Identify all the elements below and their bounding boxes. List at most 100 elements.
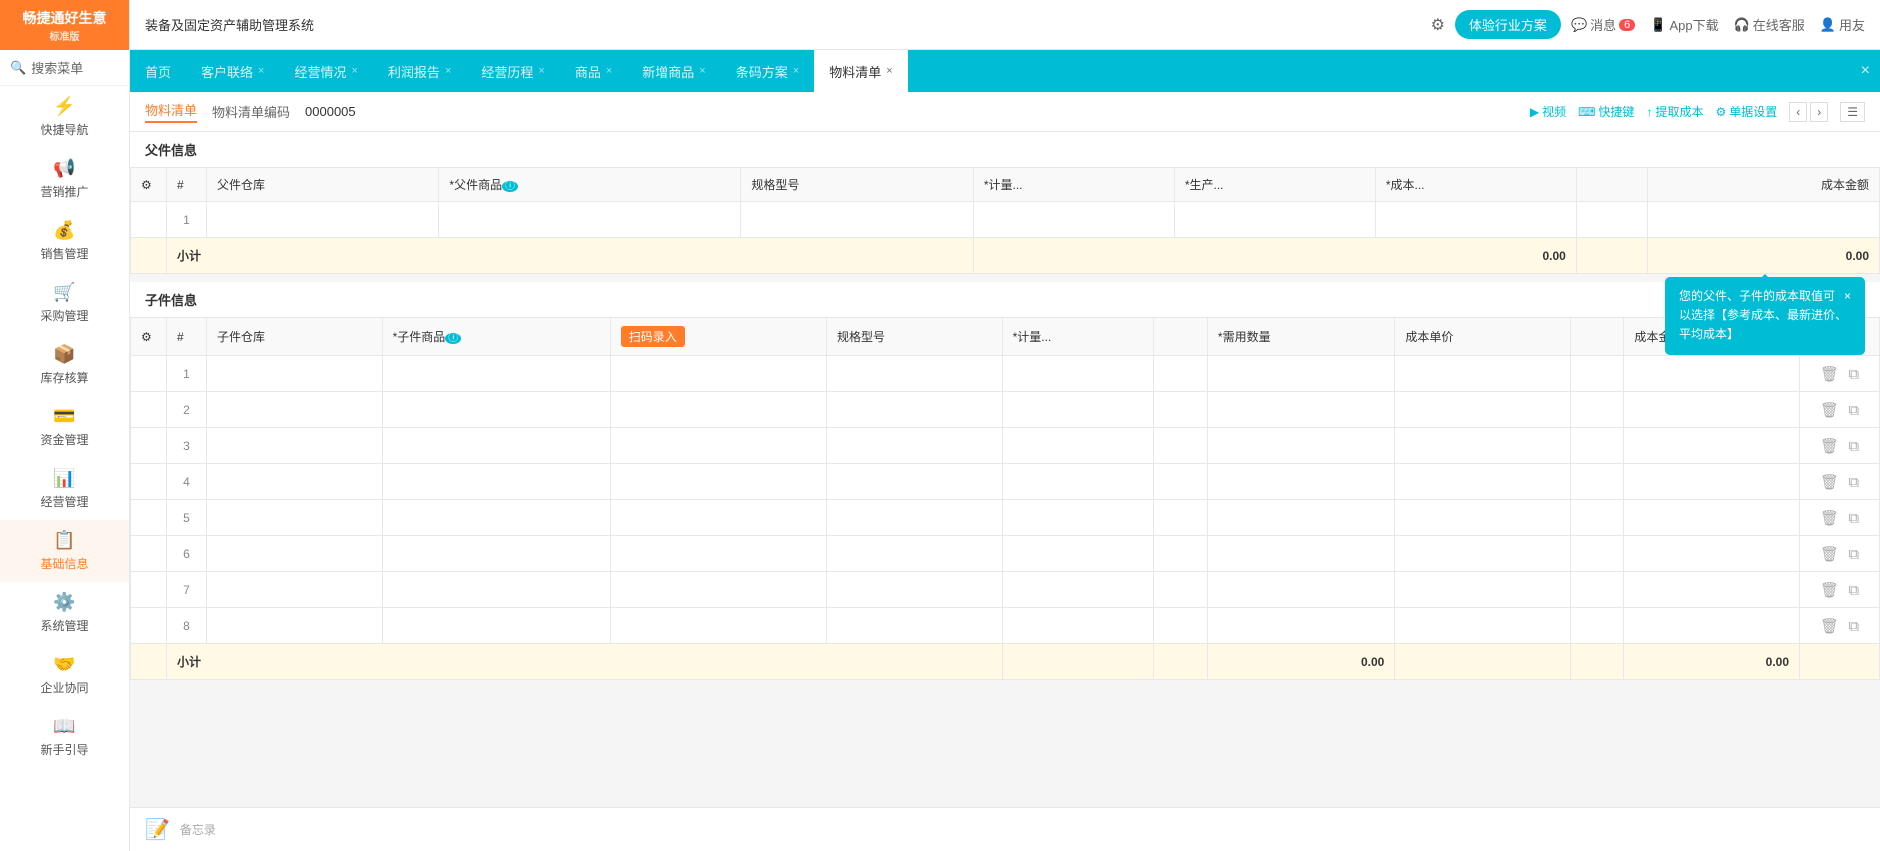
- sidebar-item-finance[interactable]: 💳 资金管理: [0, 396, 129, 458]
- sidebar-item-inventory[interactable]: 📦 库存核算: [0, 334, 129, 396]
- delete-button[interactable]: 🗑: [1817, 617, 1842, 635]
- sidebar-item-marketing[interactable]: 📢 营销推广: [0, 148, 129, 210]
- td-child-unit-cost[interactable]: [1395, 392, 1571, 428]
- td-child-product[interactable]: [382, 608, 610, 644]
- td-child-product[interactable]: [382, 464, 610, 500]
- extract-cost-button[interactable]: ↑ 提取成本: [1646, 103, 1703, 120]
- td-child-spec[interactable]: [827, 536, 1003, 572]
- delete-button[interactable]: 🗑: [1817, 437, 1842, 455]
- td-child-unit[interactable]: [1002, 356, 1154, 392]
- copy-button[interactable]: ⧉: [1845, 474, 1862, 491]
- td-cost[interactable]: [1375, 202, 1576, 238]
- shortcut-button[interactable]: ⌨ 快捷键: [1578, 103, 1634, 120]
- td-child-spec[interactable]: [827, 392, 1003, 428]
- td-child-warehouse[interactable]: [207, 392, 383, 428]
- message-button[interactable]: 💬 消息 6: [1571, 15, 1635, 34]
- td-child-unit-cost[interactable]: [1395, 608, 1571, 644]
- td-child-product[interactable]: [382, 356, 610, 392]
- online-service-button[interactable]: 🎧 在线客服: [1734, 15, 1805, 34]
- next-button[interactable]: ›: [1810, 102, 1828, 122]
- td-production[interactable]: [1174, 202, 1375, 238]
- tab-close-icon[interactable]: ×: [258, 65, 264, 77]
- experience-button[interactable]: 体验行业方案: [1455, 10, 1561, 39]
- tab-products[interactable]: 商品 ×: [560, 50, 627, 92]
- tooltip-close-icon[interactable]: ×: [1844, 287, 1851, 306]
- tab-home[interactable]: 首页: [130, 50, 186, 92]
- scan-button[interactable]: 扫码录入: [621, 326, 685, 347]
- td-child-unit[interactable]: [1002, 500, 1154, 536]
- td-child-qty[interactable]: [1207, 392, 1394, 428]
- delete-button[interactable]: 🗑: [1817, 581, 1842, 599]
- td-child-unit[interactable]: [1002, 608, 1154, 644]
- td-child-unit-cost[interactable]: [1395, 356, 1571, 392]
- td-child-product[interactable]: [382, 572, 610, 608]
- tab-operations[interactable]: 经营情况 ×: [279, 50, 372, 92]
- td-child-unit-cost[interactable]: [1395, 536, 1571, 572]
- td-child-qty[interactable]: [1207, 608, 1394, 644]
- tab-barcode[interactable]: 条码方案 ×: [721, 50, 814, 92]
- td-spec[interactable]: [741, 202, 973, 238]
- app-download-button[interactable]: 📱 App下载: [1650, 15, 1718, 34]
- th-child-settings[interactable]: ⚙: [131, 318, 167, 356]
- copy-button[interactable]: ⧉: [1845, 366, 1862, 383]
- copy-button[interactable]: ⧉: [1845, 438, 1862, 455]
- td-child-spec[interactable]: [827, 428, 1003, 464]
- single-settings-button[interactable]: ⚙ 单据设置: [1715, 103, 1777, 120]
- delete-button[interactable]: 🗑: [1817, 401, 1842, 419]
- delete-button[interactable]: 🗑: [1817, 545, 1842, 563]
- td-child-product[interactable]: [382, 428, 610, 464]
- tab-close-icon[interactable]: ×: [606, 65, 612, 77]
- td-child-unit-cost[interactable]: [1395, 572, 1571, 608]
- td-child-qty[interactable]: [1207, 428, 1394, 464]
- delete-button[interactable]: 🗑: [1817, 509, 1842, 527]
- sidebar-item-enterprise[interactable]: 🤝 企业协同: [0, 644, 129, 706]
- td-child-unit[interactable]: [1002, 392, 1154, 428]
- copy-button[interactable]: ⧉: [1845, 402, 1862, 419]
- delete-button[interactable]: 🗑: [1817, 473, 1842, 491]
- tab-history[interactable]: 经营历程 ×: [466, 50, 559, 92]
- tab-new-product[interactable]: 新增商品 ×: [627, 50, 720, 92]
- tab-bom[interactable]: 物料清单 ×: [814, 50, 907, 92]
- td-child-unit[interactable]: [1002, 428, 1154, 464]
- th-scan[interactable]: 扫码录入: [610, 318, 826, 356]
- td-child-warehouse[interactable]: [207, 464, 383, 500]
- list-view-button[interactable]: ☰: [1840, 102, 1865, 122]
- td-child-warehouse[interactable]: [207, 356, 383, 392]
- close-all-tabs-icon[interactable]: ×: [1861, 62, 1870, 80]
- settings-button[interactable]: ⚙: [1431, 15, 1445, 35]
- td-parent-product[interactable]: [439, 202, 741, 238]
- td-child-product[interactable]: [382, 536, 610, 572]
- td-child-qty[interactable]: [1207, 536, 1394, 572]
- td-child-unit-cost[interactable]: [1395, 500, 1571, 536]
- td-child-product[interactable]: [382, 500, 610, 536]
- td-child-qty[interactable]: [1207, 356, 1394, 392]
- tab-close-icon[interactable]: ×: [699, 65, 705, 77]
- sidebar-item-purchase[interactable]: 🛒 采购管理: [0, 272, 129, 334]
- user-avatar[interactable]: 👤 用友: [1820, 15, 1865, 34]
- td-child-warehouse[interactable]: [207, 428, 383, 464]
- td-child-unit-cost[interactable]: [1395, 464, 1571, 500]
- tab-close-icon[interactable]: ×: [351, 65, 357, 77]
- video-button[interactable]: ▶ 视频: [1530, 103, 1566, 120]
- breadcrumb-bom[interactable]: 物料清单: [145, 100, 197, 123]
- td-child-product[interactable]: [382, 392, 610, 428]
- td-child-spec[interactable]: [827, 572, 1003, 608]
- td-child-warehouse[interactable]: [207, 536, 383, 572]
- tab-close-icon[interactable]: ×: [793, 65, 799, 77]
- td-child-unit[interactable]: [1002, 572, 1154, 608]
- sidebar-item-sales[interactable]: 💰 销售管理: [0, 210, 129, 272]
- sidebar-item-guide[interactable]: 📖 新手引导: [0, 706, 129, 768]
- td-child-warehouse[interactable]: [207, 500, 383, 536]
- td-child-unit[interactable]: [1002, 464, 1154, 500]
- sidebar-item-operations[interactable]: 📊 经营管理: [0, 458, 129, 520]
- td-child-spec[interactable]: [827, 608, 1003, 644]
- td-child-qty[interactable]: [1207, 572, 1394, 608]
- td-child-warehouse[interactable]: [207, 572, 383, 608]
- td-child-qty[interactable]: [1207, 464, 1394, 500]
- sidebar-item-system[interactable]: ⚙️ 系统管理: [0, 582, 129, 644]
- td-child-qty[interactable]: [1207, 500, 1394, 536]
- tab-close-icon[interactable]: ×: [886, 65, 892, 77]
- td-parent-warehouse[interactable]: [207, 202, 439, 238]
- tab-customer[interactable]: 客户联络 ×: [186, 50, 279, 92]
- td-child-spec[interactable]: [827, 464, 1003, 500]
